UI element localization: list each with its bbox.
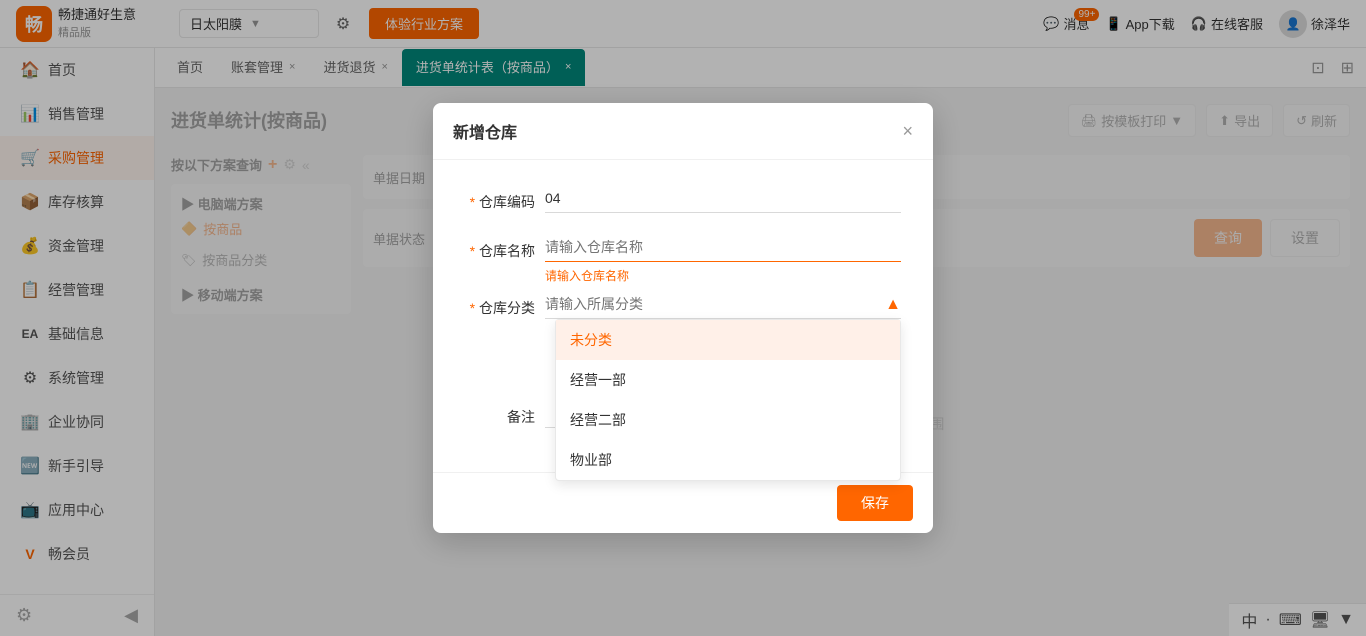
dropdown-item-dept1[interactable]: 经营一部 xyxy=(556,360,900,400)
warehouse-name-row: * 仓库名称 请输入仓库名称 xyxy=(465,233,901,262)
warehouse-category-row: * 仓库分类 ▲ 未分类 经营一部 经营二部 物业部 xyxy=(465,290,901,319)
warehouse-category-label: * 仓库分类 xyxy=(465,290,545,318)
warehouse-code-input[interactable] xyxy=(545,184,901,213)
category-arrow-icon[interactable]: ▲ xyxy=(885,296,901,314)
content-area: 首页 账套管理 × 进货退货 × 进货单统计表（按商品） × ⊡ ⊞ 进货单统计… xyxy=(155,48,1366,636)
warehouse-name-error: 请输入仓库名称 xyxy=(545,267,629,280)
add-warehouse-modal: 新增仓库 × * 仓库编码 * xyxy=(433,103,933,533)
warehouse-name-input[interactable] xyxy=(545,233,901,262)
warehouse-code-label: * 仓库编码 xyxy=(465,184,545,212)
dropdown-item-dept2[interactable]: 经营二部 xyxy=(556,400,900,440)
modal-footer: 保存 xyxy=(433,472,933,533)
modal-save-button[interactable]: 保存 xyxy=(837,485,913,521)
modal-close-button[interactable]: × xyxy=(902,121,913,142)
modal-overlay: 新增仓库 × * 仓库编码 * xyxy=(155,48,1366,636)
modal-title: 新增仓库 xyxy=(453,119,517,143)
modal-header: 新增仓库 × xyxy=(433,103,933,160)
category-dropdown: 未分类 经营一部 经营二部 物业部 xyxy=(555,319,901,481)
warehouse-note-label: 备注 xyxy=(465,399,545,427)
warehouse-code-row: * 仓库编码 xyxy=(465,184,901,213)
category-input[interactable] xyxy=(545,290,901,319)
dropdown-item-property[interactable]: 物业部 xyxy=(556,440,900,480)
modal-body: * 仓库编码 * 仓库名称 请输入仓库名称 xyxy=(433,160,933,472)
warehouse-category-select[interactable]: ▲ xyxy=(545,290,901,319)
main-layout: 🏠 首页 📊 销售管理 🛒 采购管理 📦 库存核算 💰 资金管理 📋 经营管理 … xyxy=(0,48,1366,636)
warehouse-name-label: * 仓库名称 xyxy=(465,233,545,261)
dropdown-item-uncategorized[interactable]: 未分类 xyxy=(556,320,900,360)
